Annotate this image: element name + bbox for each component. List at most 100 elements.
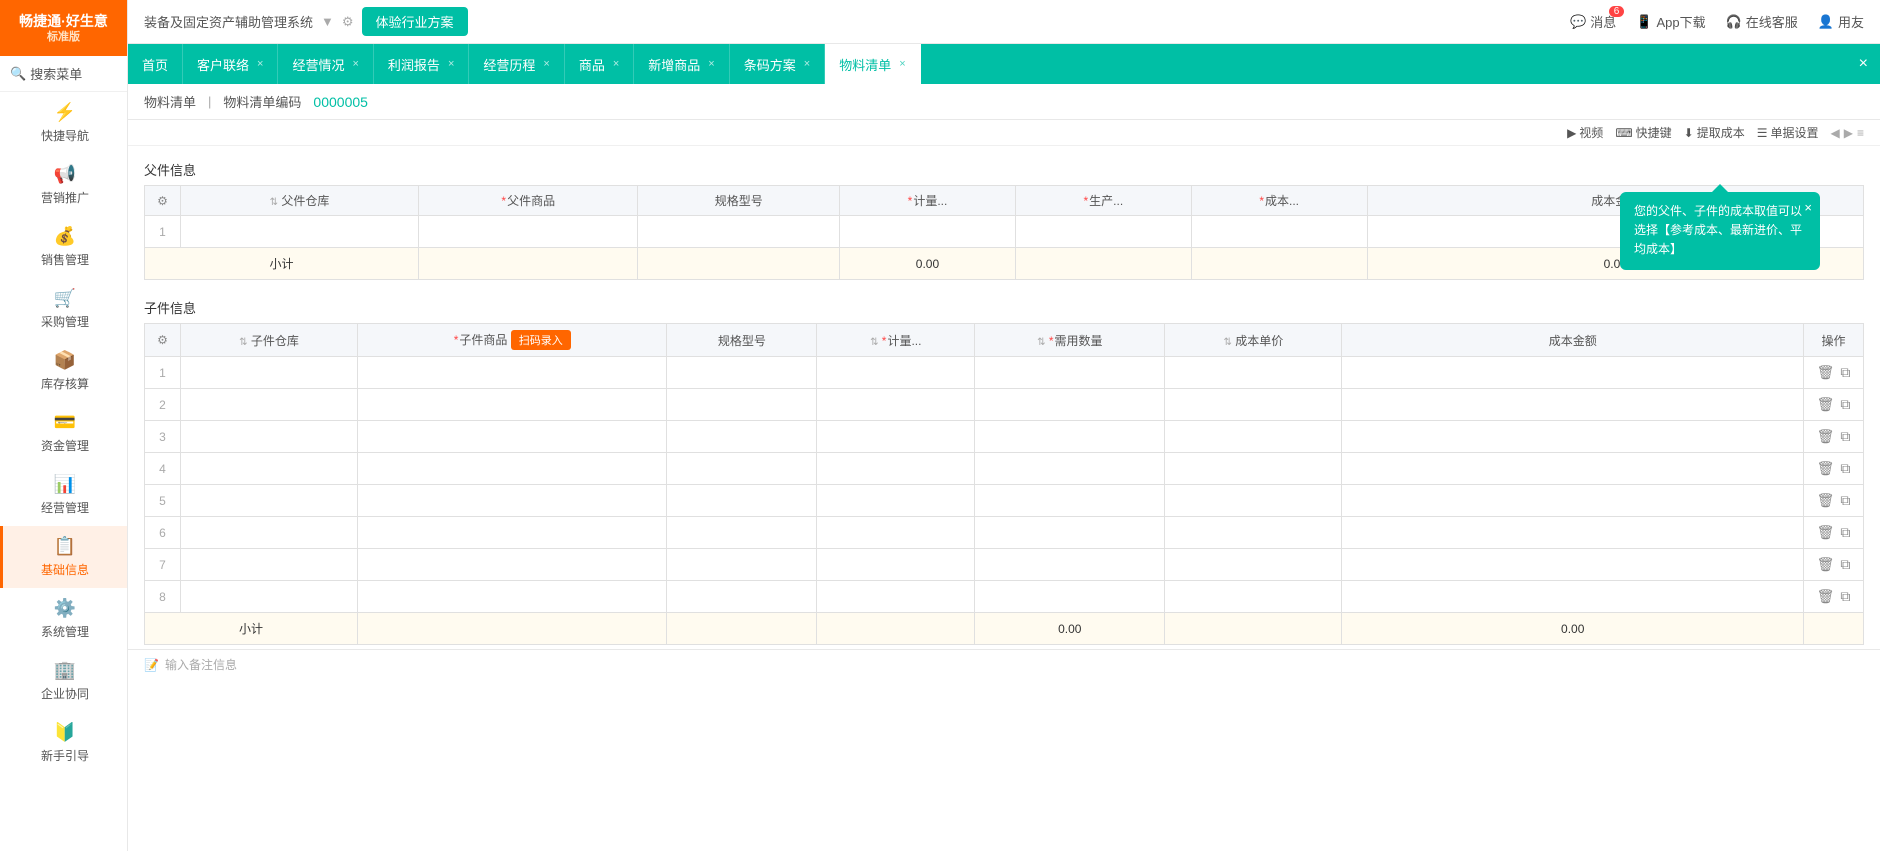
single-settings-button[interactable]: ☰ 单据设置 xyxy=(1757,124,1819,141)
tab-close-icon[interactable]: × xyxy=(613,58,619,70)
delete-icon[interactable]: 🗑 xyxy=(1817,556,1835,573)
cell-child-warehouse[interactable] xyxy=(181,389,358,421)
sidebar-item-finance[interactable]: 💳 资金管理 xyxy=(0,402,127,464)
cell-unit-cost[interactable] xyxy=(1165,549,1342,581)
cell-quantity[interactable] xyxy=(975,517,1165,549)
sidebar-item-marketing[interactable]: 📢 营销推广 xyxy=(0,154,127,216)
th-settings-child[interactable]: ⚙ xyxy=(145,324,181,357)
app-download-item[interactable]: 📱 App下载 xyxy=(1636,12,1705,31)
cell-child-goods[interactable] xyxy=(358,485,667,517)
tab-new-goods[interactable]: 新增商品 × xyxy=(634,44,729,84)
cell-child-unit[interactable] xyxy=(817,357,975,389)
cell-unit-cost[interactable] xyxy=(1165,517,1342,549)
message-item[interactable]: 💬 消息 6 xyxy=(1570,12,1616,31)
cell-quantity[interactable] xyxy=(975,357,1165,389)
list-view-icon[interactable]: ≡ xyxy=(1857,126,1864,140)
tab-close-icon[interactable]: × xyxy=(804,58,810,70)
cell-child-unit[interactable] xyxy=(817,581,975,613)
note-label[interactable]: 输入备注信息 xyxy=(165,656,237,673)
sidebar-item-enterprise[interactable]: 🏢 企业协同 xyxy=(0,650,127,712)
cell-quantity[interactable] xyxy=(975,581,1165,613)
cell-spec[interactable] xyxy=(638,216,840,248)
copy-icon[interactable]: ⧉ xyxy=(1840,396,1850,413)
cell-child-amount[interactable] xyxy=(1342,485,1804,517)
cell-child-amount[interactable] xyxy=(1342,517,1804,549)
cell-child-goods[interactable] xyxy=(358,517,667,549)
cell-child-spec[interactable] xyxy=(667,389,817,421)
cell-child-unit[interactable] xyxy=(817,549,975,581)
th-settings[interactable]: ⚙ xyxy=(145,186,181,216)
cell-child-warehouse[interactable] xyxy=(181,549,358,581)
cell-child-spec[interactable] xyxy=(667,581,817,613)
cell-quantity[interactable] xyxy=(975,453,1165,485)
delete-icon[interactable]: 🗑 xyxy=(1817,492,1835,509)
cell-child-unit[interactable] xyxy=(817,485,975,517)
sidebar-item-guide[interactable]: 🔰 新手引导 xyxy=(0,712,127,774)
sidebar-item-basic-info[interactable]: 📋 基础信息 xyxy=(0,526,127,588)
scan-button[interactable]: 扫码录入 xyxy=(511,330,571,350)
cell-child-warehouse[interactable] xyxy=(181,517,358,549)
nav-close-button[interactable]: × xyxy=(1847,55,1880,73)
copy-icon[interactable]: ⧉ xyxy=(1840,524,1850,541)
cell-child-goods[interactable] xyxy=(358,581,667,613)
video-button[interactable]: ▶ 视频 xyxy=(1567,124,1603,141)
cell-child-amount[interactable] xyxy=(1342,357,1804,389)
cell-child-warehouse[interactable] xyxy=(181,453,358,485)
prev-icon[interactable]: ◀ xyxy=(1831,126,1840,140)
cell-child-goods[interactable] xyxy=(358,357,667,389)
cell-cost[interactable] xyxy=(1191,216,1367,248)
extract-cost-button[interactable]: ⬇ 提取成本 xyxy=(1684,124,1745,141)
delete-icon[interactable]: 🗑 xyxy=(1817,460,1835,477)
search-menu[interactable]: 🔍 搜索菜单 xyxy=(0,56,127,92)
cell-child-unit[interactable] xyxy=(817,389,975,421)
cell-unit-cost[interactable] xyxy=(1165,421,1342,453)
cell-unit-cost[interactable] xyxy=(1165,357,1342,389)
delete-icon[interactable]: 🗑 xyxy=(1817,588,1835,605)
tab-close-icon[interactable]: × xyxy=(708,58,714,70)
cell-child-spec[interactable] xyxy=(667,357,817,389)
tab-profit[interactable]: 利润报告 × xyxy=(374,44,469,84)
cell-child-spec[interactable] xyxy=(667,517,817,549)
sidebar-item-system[interactable]: ⚙️ 系统管理 xyxy=(0,588,127,650)
dropdown-icon[interactable]: ▼ xyxy=(321,14,334,29)
shortcuts-button[interactable]: ⌨ 快捷键 xyxy=(1615,124,1671,141)
copy-icon[interactable]: ⧉ xyxy=(1840,492,1850,509)
tab-operations[interactable]: 经营情况 × xyxy=(278,44,373,84)
cell-child-warehouse[interactable] xyxy=(181,421,358,453)
cell-unit-cost[interactable] xyxy=(1165,389,1342,421)
copy-icon[interactable]: ⧉ xyxy=(1840,460,1850,477)
settings-icon[interactable]: ⚙ xyxy=(342,14,354,30)
cell-child-spec[interactable] xyxy=(667,421,817,453)
tab-history[interactable]: 经营历程 × xyxy=(469,44,564,84)
cell-child-amount[interactable] xyxy=(1342,581,1804,613)
cell-child-goods[interactable] xyxy=(358,389,667,421)
tab-home[interactable]: 首页 xyxy=(128,44,183,84)
copy-icon[interactable]: ⧉ xyxy=(1840,556,1850,573)
tab-close-icon[interactable]: × xyxy=(257,58,263,70)
tab-customer[interactable]: 客户联络 × xyxy=(183,44,278,84)
cell-quantity[interactable] xyxy=(975,549,1165,581)
cell-child-spec[interactable] xyxy=(667,549,817,581)
sidebar-item-operations[interactable]: 📊 经营管理 xyxy=(0,464,127,526)
cell-child-unit[interactable] xyxy=(817,517,975,549)
cell-child-amount[interactable] xyxy=(1342,549,1804,581)
tooltip-close-button[interactable]: × xyxy=(1804,198,1812,219)
breadcrumb-item1[interactable]: 物料清单 xyxy=(144,92,196,111)
delete-icon[interactable]: 🗑 xyxy=(1817,428,1835,445)
delete-icon[interactable]: 🗑 xyxy=(1817,396,1835,413)
tab-goods[interactable]: 商品 × xyxy=(565,44,634,84)
copy-icon[interactable]: ⧉ xyxy=(1840,364,1850,381)
tab-bom[interactable]: 物料清单 × xyxy=(825,44,920,84)
cell-unit-cost[interactable] xyxy=(1165,453,1342,485)
cell-child-goods[interactable] xyxy=(358,549,667,581)
sidebar-item-sales[interactable]: 💰 销售管理 xyxy=(0,216,127,278)
sidebar-item-inventory[interactable]: 📦 库存核算 xyxy=(0,340,127,402)
cell-child-amount[interactable] xyxy=(1342,453,1804,485)
cell-produce[interactable] xyxy=(1015,216,1191,248)
cell-quantity[interactable] xyxy=(975,421,1165,453)
cell-goods[interactable] xyxy=(419,216,638,248)
tab-close-icon[interactable]: × xyxy=(543,58,549,70)
cell-child-warehouse[interactable] xyxy=(181,581,358,613)
cell-child-amount[interactable] xyxy=(1342,421,1804,453)
copy-icon[interactable]: ⧉ xyxy=(1840,588,1850,605)
